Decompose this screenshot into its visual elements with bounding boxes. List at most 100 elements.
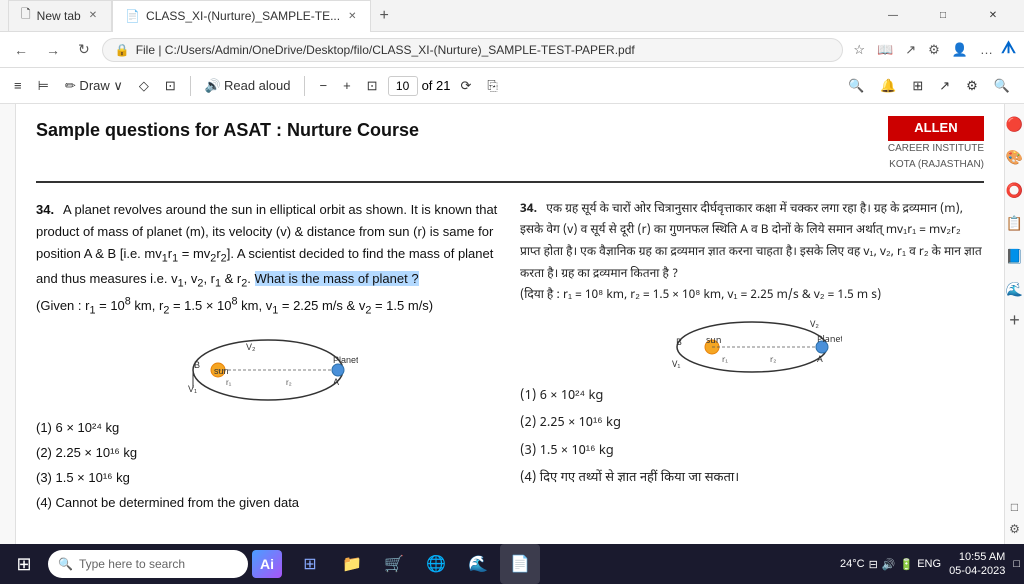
toolbar-right: 🔍 🔔 ⊞ ↗ ⚙ xyxy=(842,74,984,98)
tab-close-pdf[interactable]: ✕ xyxy=(346,9,358,24)
sidebar-icon-5[interactable]: 📘 xyxy=(1002,244,1024,269)
print-btn[interactable]: ↗ xyxy=(933,74,956,98)
more-icon[interactable]: … xyxy=(976,40,997,60)
volume-icon: 🔊 xyxy=(882,558,896,571)
right-sidebar: 🔴 🎨 ⭕ 📋 📘 🌊 + □ ⚙ xyxy=(1004,104,1024,544)
taskbar-pinned-icons: ⊞ 📁 🛒 🌐 🌊 📄 xyxy=(290,544,540,584)
taskbar-search-icon: 🔍 xyxy=(58,557,73,571)
sidebar-plus-icon[interactable]: + xyxy=(1009,310,1020,331)
ai-button[interactable]: Ai xyxy=(252,550,282,578)
svg-text:V₁: V₁ xyxy=(672,359,680,371)
time-display: 10:55 AM xyxy=(949,550,1005,564)
system-tray-icons: 24°C ⊟ 🔊 🔋 ENG xyxy=(840,558,941,571)
zoom-in-btn[interactable]: + xyxy=(337,74,357,97)
pdf-settings-btn[interactable]: ⚙ xyxy=(960,74,984,98)
draw-btn[interactable]: ✏ Draw ∨ xyxy=(59,74,129,98)
maximize-button[interactable]: □ xyxy=(920,0,966,32)
taskbar-chrome[interactable]: 🌐 xyxy=(416,544,456,584)
forward-button[interactable]: → xyxy=(40,38,66,62)
minimize-button[interactable]: — xyxy=(870,0,916,32)
search-toolbar-btn[interactable]: 🔍 xyxy=(842,74,870,98)
taskbar-active-app[interactable]: 📄 xyxy=(500,544,540,584)
page-number-input[interactable] xyxy=(388,76,418,96)
address-icons: ☆ 📖 ↗ ⚙ 👤 … ᗑ xyxy=(849,40,1016,60)
wifi-icon: ⊟ xyxy=(869,558,878,571)
tab-pdf[interactable]: 📄 CLASS_XI-(Nurture)_SAMPLE-TE... ✕ xyxy=(112,0,371,32)
copy-btn[interactable]: ⎘ xyxy=(481,74,503,98)
institute-logo: ALLEN CAREER INSTITUTE KOTA (RAJASTHAN) xyxy=(888,116,984,173)
taskbar-task-view[interactable]: ⊞ xyxy=(290,544,330,584)
read-aloud-label: Read aloud xyxy=(224,78,291,93)
edge-icon: ᗑ xyxy=(1001,40,1016,60)
left-sidebar xyxy=(0,104,16,544)
new-tab-button[interactable]: + xyxy=(371,3,396,29)
window-controls: — □ ✕ xyxy=(870,0,1016,32)
favorites-icon[interactable]: ☆ xyxy=(849,40,869,60)
q-text-main: A planet revolves around the sun in elli… xyxy=(36,202,497,314)
svg-text:r₂: r₂ xyxy=(286,378,292,387)
question-34-block: 34. A planet revolves around the sun in … xyxy=(36,199,984,518)
temp-label: 24°C xyxy=(840,558,865,570)
tab-new[interactable]: 🗋 New tab ✕ xyxy=(8,0,112,32)
select-btn[interactable]: ⊡ xyxy=(159,74,182,98)
title-bar: 🗋 New tab ✕ 📄 CLASS_XI-(Nurture)_SAMPLE-… xyxy=(0,0,1024,32)
option-4-left: (4) Cannot be determined from the given … xyxy=(36,493,500,514)
sidebar-icon-2[interactable]: 🎨 xyxy=(1002,145,1024,170)
tab-favicon: 🗋 xyxy=(21,5,31,26)
question-34-text: 34. A planet revolves around the sun in … xyxy=(36,199,500,321)
sidebar-icon-3[interactable]: ⭕ xyxy=(1002,178,1024,203)
read-view-icon[interactable]: 📖 xyxy=(873,40,897,60)
option-4-right: (4) दिए गए तथ्यों से ज्ञात नहीं किया जा … xyxy=(520,467,984,490)
address-text: File | C:/Users/Admin/OneDrive/Desktop/f… xyxy=(136,43,635,57)
tab-close-new[interactable]: ✕ xyxy=(87,8,99,23)
browser-tabs: 🗋 New tab ✕ 📄 CLASS_XI-(Nurture)_SAMPLE-… xyxy=(8,0,870,32)
address-box[interactable]: 🔒 File | C:/Users/Admin/OneDrive/Desktop… xyxy=(102,38,844,62)
institute-sub1: CAREER INSTITUTE xyxy=(888,141,984,157)
page-control: of 21 xyxy=(388,76,451,96)
option-2-right: (2) 2.25 × 10¹⁶ kg xyxy=(520,412,984,435)
system-clock[interactable]: 10:55 AM 05-04-2023 xyxy=(949,550,1005,579)
extend-btn[interactable]: ⊞ xyxy=(906,74,929,98)
refresh-button[interactable]: ↻ xyxy=(72,37,96,62)
taskbar-edge[interactable]: 🌊 xyxy=(458,544,498,584)
back-button[interactable]: ← xyxy=(8,38,34,62)
options-left: (1) 6 × 10²⁴ kg (2) 2.25 × 10¹⁶ kg (3) 1… xyxy=(36,418,500,513)
share-icon[interactable]: ↗ xyxy=(901,40,920,60)
taskbar-search[interactable]: 🔍 Type here to search xyxy=(48,550,248,578)
rotate-btn[interactable]: ⟳ xyxy=(455,74,478,98)
sidebar-settings-icon[interactable]: ⚙ xyxy=(1009,522,1020,536)
eraser-btn[interactable]: ◇ xyxy=(133,74,155,98)
orbit-diagram-left: sun Planet B A V₂ V₁ r₁ r₂ xyxy=(178,320,358,410)
orbit-diagram-right: sun Planet B A V₂ V₁ r₁ r₂ xyxy=(662,307,842,377)
institute-sub2: KOTA (RAJASTHAN) xyxy=(888,157,984,173)
search-right-btn[interactable]: 🔍 xyxy=(988,74,1016,98)
read-aloud-btn[interactable]: 🔊 Read aloud xyxy=(199,74,297,98)
svg-text:r₁: r₁ xyxy=(722,356,728,366)
taskbar-file-explorer[interactable]: 📁 xyxy=(332,544,372,584)
close-button[interactable]: ✕ xyxy=(970,0,1016,32)
option-1-left: (1) 6 × 10²⁴ kg xyxy=(36,418,500,439)
address-bar: ← → ↻ 🔒 File | C:/Users/Admin/OneDrive/D… xyxy=(0,32,1024,68)
start-button[interactable]: ⊞ xyxy=(4,544,44,584)
notification-btn[interactable]: 🔔 xyxy=(874,74,902,98)
lang-label: ENG xyxy=(917,558,941,570)
fit-btn[interactable]: ⊡ xyxy=(361,74,384,98)
tab-pdf-label: CLASS_XI-(Nurture)_SAMPLE-TE... xyxy=(146,9,340,23)
nav-btn[interactable]: ⊨ xyxy=(32,74,55,98)
taskbar-store[interactable]: 🛒 xyxy=(374,544,414,584)
taskbar-search-label: Type here to search xyxy=(79,557,185,571)
zoom-out-btn[interactable]: − xyxy=(313,74,333,97)
sidebar-icon-4[interactable]: 📋 xyxy=(1002,211,1024,236)
sidebar-icon-6[interactable]: 🌊 xyxy=(1002,277,1024,302)
windows-icon: ⊞ xyxy=(16,554,31,575)
svg-text:B: B xyxy=(194,360,200,370)
notifications-btn[interactable]: □ xyxy=(1013,558,1020,570)
pdf-toolbar: ≡ ⊨ ✏ Draw ∨ ◇ ⊡ 🔊 Read aloud − + ⊡ of 2… xyxy=(0,68,1024,104)
menu-btn[interactable]: ≡ xyxy=(8,74,28,97)
options-right: (1) 6 × 10²⁴ kg (2) 2.25 × 10¹⁶ kg (3) 1… xyxy=(520,385,984,491)
institute-name-badge: ALLEN xyxy=(888,116,984,141)
sidebar-icon-1[interactable]: 🔴 xyxy=(1002,112,1024,137)
settings-icon[interactable]: ⚙ xyxy=(924,40,944,60)
profile-icon[interactable]: 👤 xyxy=(948,40,972,60)
toolbar-separator xyxy=(190,76,191,96)
